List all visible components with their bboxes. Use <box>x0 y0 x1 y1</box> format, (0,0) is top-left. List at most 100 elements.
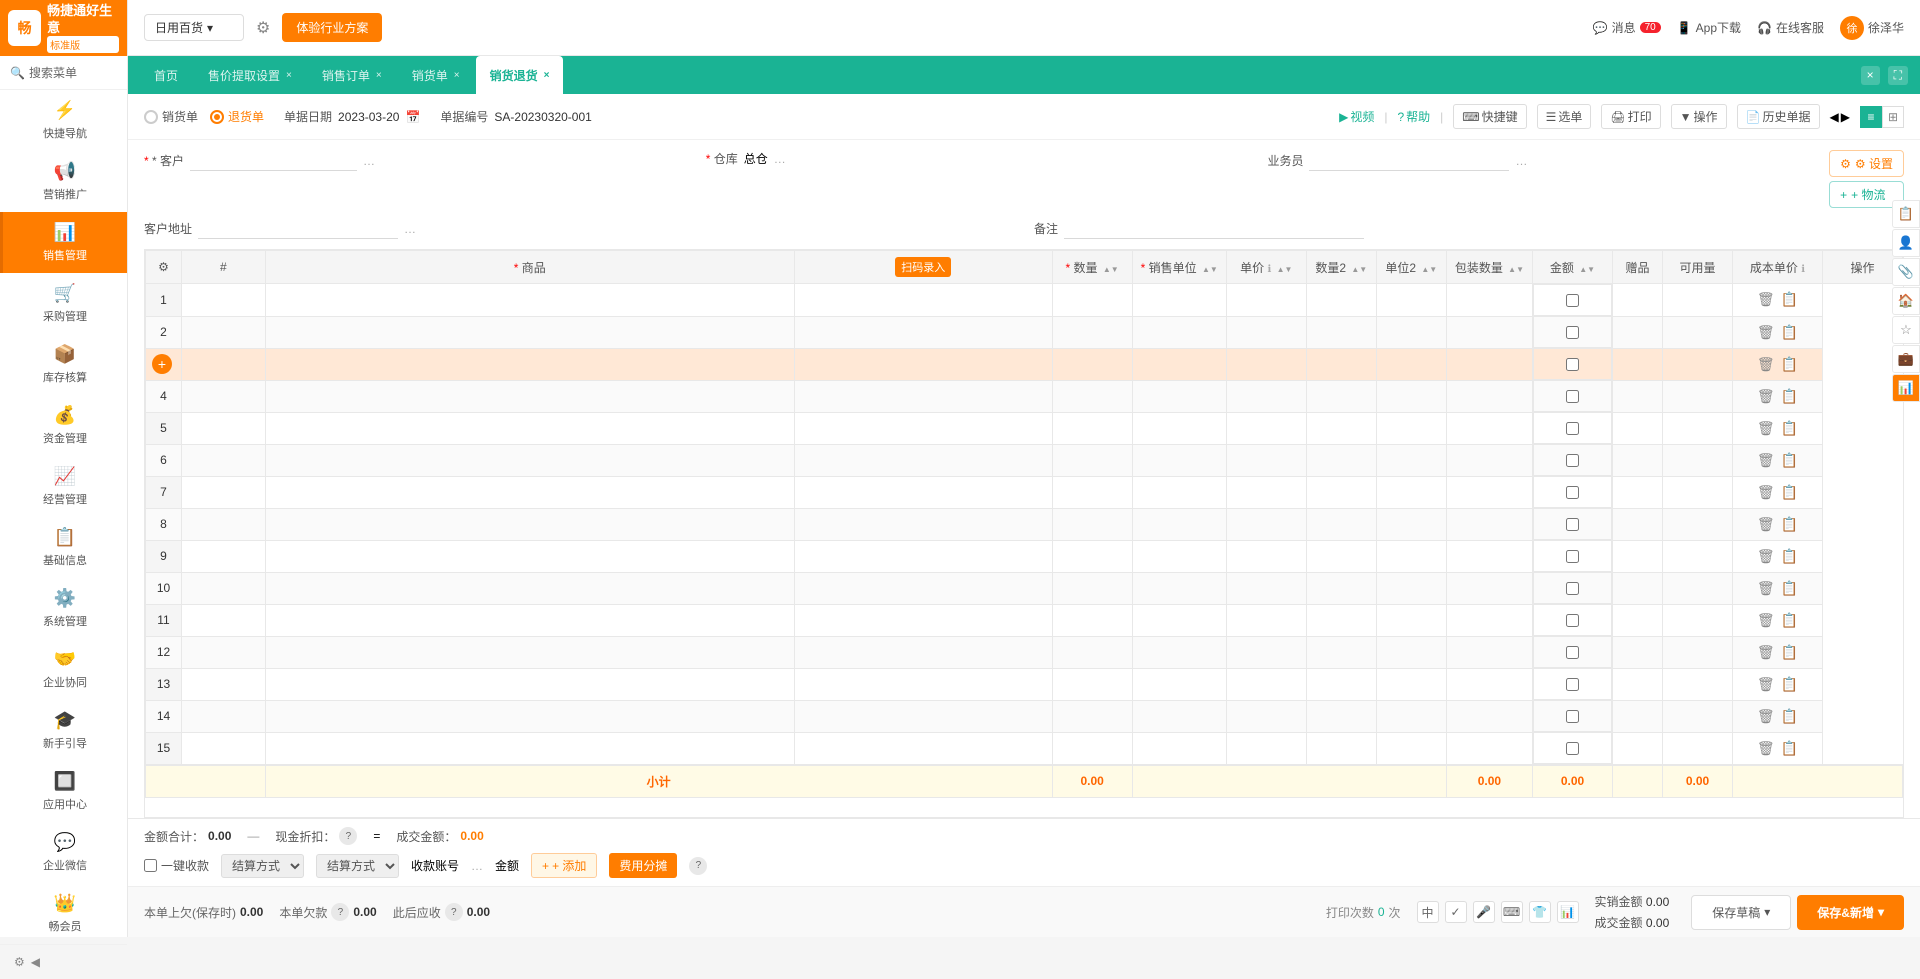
table-row-4-unit[interactable] <box>1052 380 1132 412</box>
table-row-7-qty[interactable] <box>794 476 1052 508</box>
table-row-8-unit[interactable] <box>1052 508 1132 540</box>
copy-row-btn-9[interactable]: 📋 <box>1781 548 1798 565</box>
gift-checkbox-15[interactable] <box>1566 742 1579 755</box>
sidebar-item-purchase-mgmt[interactable]: 🛒 采购管理 <box>0 273 127 334</box>
table-row-13-amount[interactable] <box>1446 668 1532 700</box>
tab-close-icon[interactable]: × <box>376 70 382 81</box>
toolbar-icon-1[interactable]: 中 <box>1417 901 1439 923</box>
gift-checkbox-14[interactable] <box>1566 710 1579 723</box>
table-row-15-avail[interactable] <box>1613 732 1663 765</box>
copy-row-btn-7[interactable]: 📋 <box>1781 484 1798 501</box>
table-row-2-price[interactable] <box>1132 316 1226 348</box>
table-row-6-pack[interactable] <box>1376 444 1446 476</box>
float-btn-4[interactable]: 🏠 <box>1892 287 1920 315</box>
table-row-14-qty2[interactable] <box>1226 700 1306 732</box>
sidebar-item-inventory[interactable]: 📦 库存核算 <box>0 334 127 395</box>
toolbar-icon-4[interactable]: ⌨ <box>1501 901 1523 923</box>
table-row-15-amount[interactable] <box>1446 732 1532 765</box>
table-row-12-price[interactable] <box>1132 636 1226 668</box>
table-row-8-unit2[interactable] <box>1306 508 1376 540</box>
copy-row-btn-8[interactable]: 📋 <box>1781 516 1798 533</box>
copy-row-btn-12[interactable]: 📋 <box>1781 644 1798 661</box>
table-row-1-qty[interactable] <box>794 284 1052 317</box>
table-row-5-qty2[interactable] <box>1226 412 1306 444</box>
table-row-3-product[interactable] <box>182 348 266 380</box>
should-receive-info-icon[interactable]: ? <box>445 903 463 921</box>
tab-close-icon[interactable]: × <box>454 70 460 81</box>
staff-dots[interactable]: … <box>1515 154 1527 168</box>
gift-checkbox-10[interactable] <box>1566 582 1579 595</box>
tab-sales[interactable]: 销货单 × <box>398 56 474 94</box>
table-row-7-unit2[interactable] <box>1306 476 1376 508</box>
table-row-11-unit[interactable] <box>1052 604 1132 636</box>
table-row-5-gift[interactable] <box>1533 412 1612 444</box>
sidebar-item-basic-info[interactable]: 📋 基础信息 <box>0 517 127 578</box>
table-row-15-unit[interactable] <box>1052 732 1132 765</box>
table-row-1-unit[interactable] <box>1052 284 1132 317</box>
scan-btn[interactable]: 扫码录入 <box>895 257 951 277</box>
table-row-14-pack[interactable] <box>1376 700 1446 732</box>
copy-row-btn-3[interactable]: 📋 <box>1781 356 1798 373</box>
settings-side-btn[interactable]: ⚙ ⚙ 设置 <box>1829 150 1904 177</box>
sidebar-item-marketing[interactable]: 📢 营销推广 <box>0 151 127 212</box>
split-info-icon[interactable]: ? <box>689 857 707 875</box>
help-link[interactable]: ? 帮助 <box>1397 108 1430 125</box>
table-row-7-pack[interactable] <box>1376 476 1446 508</box>
gift-checkbox-1[interactable] <box>1566 294 1579 307</box>
staff-input[interactable] <box>1309 150 1509 171</box>
table-row-1-amount[interactable] <box>1446 284 1532 317</box>
table-row-3-cost[interactable] <box>1663 348 1733 380</box>
app-download-btn[interactable]: 📱 App下载 <box>1677 19 1741 36</box>
table-row-3-unit[interactable] <box>1052 348 1132 380</box>
table-row-14-amount[interactable] <box>1446 700 1532 732</box>
table-row-5-qty[interactable] <box>794 412 1052 444</box>
table-row-4-price[interactable] <box>1132 380 1226 412</box>
table-row-3-pack[interactable] <box>1376 348 1446 380</box>
table-row-8-cost[interactable] <box>1663 508 1733 540</box>
copy-row-btn-13[interactable]: 📋 <box>1781 676 1798 693</box>
table-row-9-amount[interactable] <box>1446 540 1532 572</box>
table-row-14-price[interactable] <box>1132 700 1226 732</box>
gift-checkbox-11[interactable] <box>1566 614 1579 627</box>
table-row-12-cost[interactable] <box>1663 636 1733 668</box>
table-row-2-amount[interactable] <box>1446 316 1532 348</box>
copy-row-btn-1[interactable]: 📋 <box>1781 291 1798 308</box>
copy-row-btn-10[interactable]: 📋 <box>1781 580 1798 597</box>
tab-close-icon[interactable]: × <box>544 70 550 81</box>
one-click-checkbox-input[interactable] <box>144 859 157 872</box>
table-row-3-amount[interactable] <box>1446 348 1532 380</box>
float-btn-5[interactable]: ☆ <box>1892 316 1920 344</box>
message-btn[interactable]: 💬 消息 70 <box>1593 19 1661 36</box>
next-arrow[interactable]: ▶ <box>1841 110 1850 124</box>
table-row-13-qty[interactable] <box>794 668 1052 700</box>
table-row-1-cost[interactable] <box>1663 284 1733 317</box>
table-row-12-amount[interactable] <box>1446 636 1532 668</box>
table-row-12-qty[interactable] <box>794 636 1052 668</box>
table-row-8-gift[interactable] <box>1533 508 1612 540</box>
table-row-8-pack[interactable] <box>1376 508 1446 540</box>
close-tab-btn[interactable]: × <box>1861 66 1880 85</box>
table-row-5-product[interactable] <box>182 412 266 444</box>
delete-row-btn-13[interactable]: 🗑 <box>1757 676 1775 693</box>
add-payment-btn[interactable]: + + 添加 <box>531 853 597 878</box>
table-row-14-avail[interactable] <box>1613 700 1663 732</box>
sidebar-item-wechat[interactable]: 💬 企业微信 <box>0 822 127 883</box>
radio-return[interactable]: 退货单 <box>210 108 264 125</box>
table-row-10-cost[interactable] <box>1663 572 1733 604</box>
table-row-11-qty2[interactable] <box>1226 604 1306 636</box>
table-row-1-qty2[interactable] <box>1226 284 1306 317</box>
shortcut-btn[interactable]: ⌨ 快捷键 <box>1453 104 1526 129</box>
gift-checkbox-5[interactable] <box>1566 422 1579 435</box>
table-row-15-product[interactable] <box>182 732 266 765</box>
operate-btn[interactable]: ▼ 操作 <box>1671 104 1727 129</box>
table-row-12-gift[interactable] <box>1533 636 1612 668</box>
table-row-15-qty2[interactable] <box>1226 732 1306 765</box>
calc-method-select[interactable]: 结算方式 <box>221 854 304 878</box>
history-btn[interactable]: 📄 历史单据 <box>1737 104 1820 129</box>
table-row-4-amount[interactable] <box>1446 380 1532 412</box>
table-row-10-qty2[interactable] <box>1226 572 1306 604</box>
tab-home[interactable]: 首页 <box>140 56 192 94</box>
table-row-9-cost[interactable] <box>1663 540 1733 572</box>
table-row-2-avail[interactable] <box>1613 316 1663 348</box>
per-owe-info-icon[interactable]: ? <box>331 903 349 921</box>
